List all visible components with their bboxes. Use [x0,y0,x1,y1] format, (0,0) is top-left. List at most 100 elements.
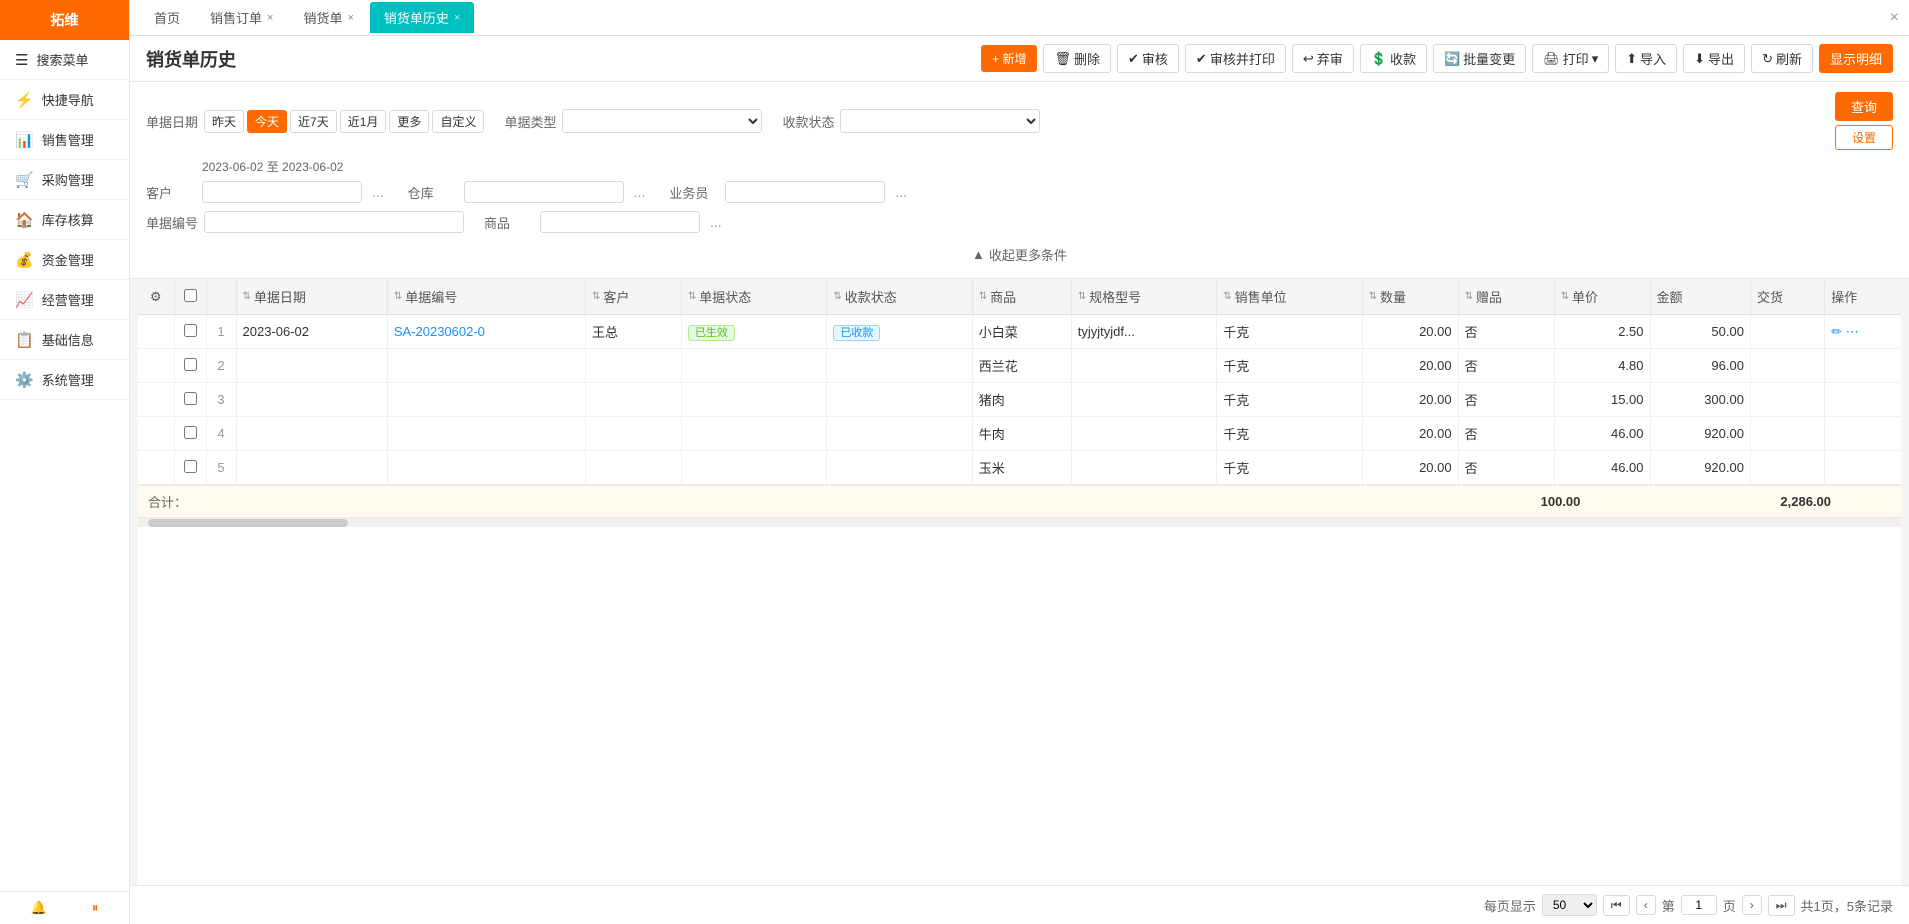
collapse-label: 收起更多条件 [989,245,1067,264]
cell-doc-no[interactable] [387,349,585,383]
row-checkbox[interactable] [184,392,197,405]
col-goods[interactable]: ⇅商品 [972,279,1071,315]
scrollbar-thumb[interactable] [148,519,348,527]
col-unit-price[interactable]: ⇅单价 [1554,279,1650,315]
salesperson-input[interactable] [725,181,885,203]
doc-type-select[interactable] [562,109,762,133]
cell-unit: 千克 [1217,349,1362,383]
filter-section: 单据日期 昨天 今天 近7天 近1月 更多 自定义 单据类型 收款状态 [130,82,1909,279]
sidebar-item-base-info[interactable]: 📋 基础信息 [0,320,129,360]
window-close-button[interactable]: × [1890,9,1899,27]
col-spec[interactable]: ⇅规格型号 [1071,279,1216,315]
row-checkbox[interactable] [184,460,197,473]
cell-checkbox[interactable] [174,383,206,417]
date-btn-today[interactable]: 今天 [247,110,287,133]
first-page-button[interactable]: ⏮ [1603,895,1630,916]
cell-checkbox[interactable] [174,349,206,383]
pause-icon[interactable]: ⏸ [92,900,99,916]
delete-button[interactable]: 🗑 删除 [1043,44,1111,73]
add-button[interactable]: + 新增 [981,45,1037,72]
current-page-input[interactable] [1681,895,1717,915]
col-checkbox[interactable] [174,279,206,315]
settings-icon[interactable]: ⚙ [150,289,162,304]
cell-checkbox[interactable] [174,451,206,485]
doc-no-link[interactable]: SA-20230602-0 [394,324,485,339]
import-button[interactable]: ⬆ 导入 [1615,44,1677,73]
tab-sales-goods-close[interactable]: × [347,12,353,24]
cell-doc-no[interactable]: SA-20230602-0 [387,315,585,349]
row-checkbox[interactable] [184,358,197,371]
cell-doc-no[interactable] [387,417,585,451]
col-rownum [206,279,236,315]
sidebar-item-inventory[interactable]: 🏠 库存核算 [0,200,129,240]
prev-page-button[interactable]: ‹ [1636,895,1656,915]
col-qty[interactable]: ⇅数量 [1362,279,1458,315]
col-unit[interactable]: ⇅销售单位 [1217,279,1362,315]
audit-print-button[interactable]: ✔ 审核并打印 [1185,44,1286,73]
col-customer[interactable]: ⇅客户 [585,279,681,315]
date-range-display: 2023-06-02 至 2023-06-02 [202,160,343,174]
tab-sales-history[interactable]: 销货单历史 × [370,2,474,33]
cell-doc-no[interactable] [387,451,585,485]
print-button[interactable]: 🖨 打印 ▾ [1532,44,1609,73]
last-page-button[interactable]: ⏭ [1768,895,1795,916]
cell-qty: 20.00 [1362,383,1458,417]
sidebar-item-sys-mgmt[interactable]: ⚙️ 系统管理 [0,360,129,400]
collect-button[interactable]: 💲 收款 [1360,44,1427,73]
collect-status-select[interactable] [840,109,1040,133]
cell-checkbox[interactable] [174,417,206,451]
export-button[interactable]: ⬇ 导出 [1683,44,1745,73]
table-scroll[interactable]: ⚙ ⇅单据日期 ⇅单据编号 ⇅客户 [138,279,1901,885]
col-doc-no[interactable]: ⇅单据编号 [387,279,585,315]
date-btn-1month[interactable]: 近1月 [340,110,387,133]
row-checkbox[interactable] [184,324,197,337]
warehouse-input[interactable] [464,181,624,203]
tab-sales-order[interactable]: 销售订单 × [196,2,287,33]
col-gift[interactable]: ⇅赠品 [1458,279,1554,315]
customer-ellipsis[interactable]: ... [368,182,388,202]
query-button[interactable]: 查询 [1835,92,1893,121]
doc-no-input[interactable] [204,211,464,233]
batch-change-button[interactable]: 🔄 批量变更 [1433,44,1526,73]
date-btn-7days[interactable]: 近7天 [290,110,337,133]
goods-ellipsis[interactable]: ... [706,212,726,232]
next-page-button[interactable]: › [1742,895,1762,915]
abandon-button[interactable]: ↩ 弃审 [1292,44,1354,73]
warehouse-ellipsis[interactable]: ... [630,182,650,202]
date-btn-more[interactable]: 更多 [389,110,429,133]
select-all-checkbox[interactable] [184,289,197,302]
set-button[interactable]: 设置 [1835,125,1893,150]
horizontal-scrollbar[interactable] [138,517,1901,527]
cell-doc-no[interactable] [387,383,585,417]
tab-home[interactable]: 首页 [140,2,194,33]
row-checkbox[interactable] [184,426,197,439]
tab-sales-order-close[interactable]: × [267,12,273,24]
sidebar-item-purchase-mgmt[interactable]: 🛒 采购管理 [0,160,129,200]
goods-input[interactable] [540,211,700,233]
col-settings[interactable]: ⚙ [138,279,174,315]
cell-checkbox[interactable] [174,315,206,349]
audit-button[interactable]: ✔ 审核 [1117,44,1179,73]
sidebar-item-finance[interactable]: 💰 资金管理 [0,240,129,280]
page-size-select[interactable]: 50 100 200 [1542,894,1597,916]
sidebar-item-operations[interactable]: 📈 经营管理 [0,280,129,320]
salesperson-ellipsis[interactable]: ... [891,182,911,202]
date-btn-custom[interactable]: 自定义 [432,110,484,133]
col-doc-status[interactable]: ⇅单据状态 [681,279,826,315]
sidebar-item-search-menu[interactable]: ☰ 搜索菜单 [0,40,129,80]
col-doc-date[interactable]: ⇅单据日期 [236,279,387,315]
collapse-button[interactable]: ▲ 收起更多条件 [146,241,1893,268]
tab-sales-goods[interactable]: 销货单 × [289,2,367,33]
sidebar-item-label: 销售管理 [42,130,94,149]
sidebar-item-quick-nav[interactable]: ⚡ 快捷导航 [0,80,129,120]
show-detail-button[interactable]: 显示明细 [1819,44,1893,73]
date-btn-yesterday[interactable]: 昨天 [204,110,244,133]
edit-action[interactable]: ✏ [1831,324,1842,339]
customer-input[interactable] [202,181,362,203]
tab-sales-history-close[interactable]: × [454,12,460,24]
sidebar-item-sales-mgmt[interactable]: 📊 销售管理 [0,120,129,160]
more-action[interactable]: ⋯ [1846,324,1859,339]
col-collect-status[interactable]: ⇅收款状态 [827,279,972,315]
refresh-button[interactable]: ↻ 刷新 [1751,44,1813,73]
notification-icon[interactable]: 🔔 [31,900,47,916]
